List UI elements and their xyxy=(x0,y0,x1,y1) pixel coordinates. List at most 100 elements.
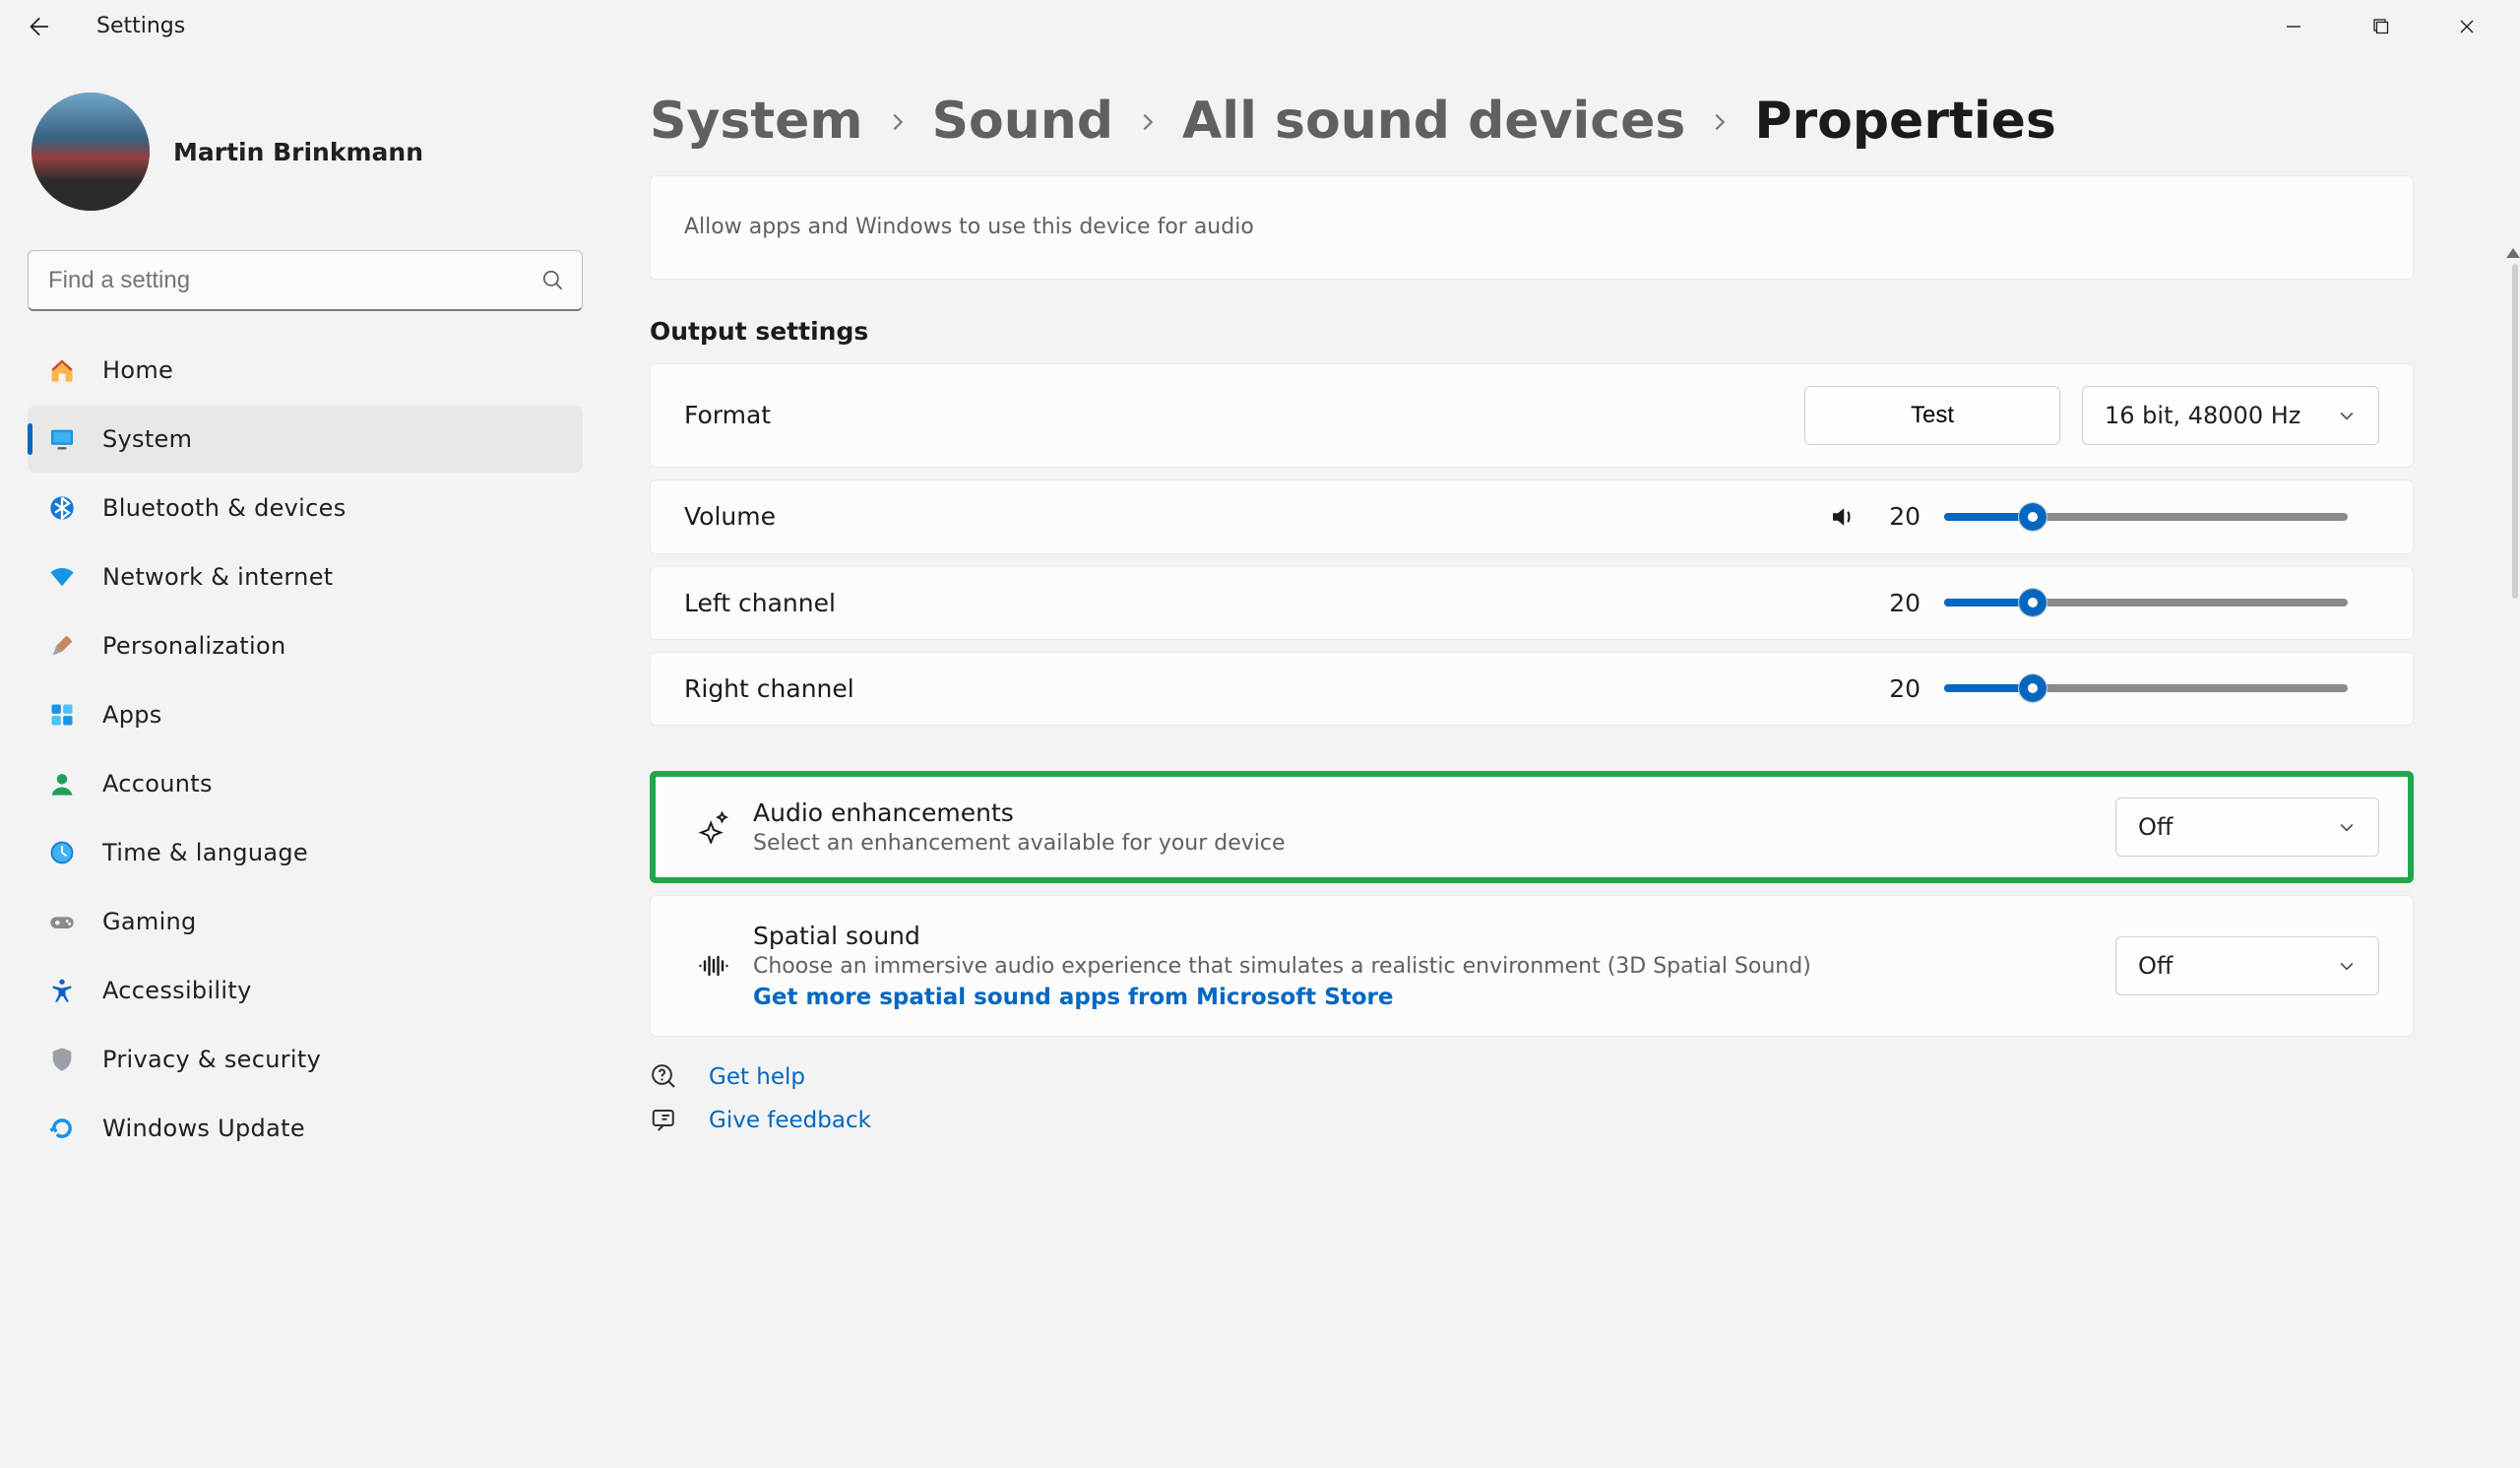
chevron-down-icon xyxy=(2337,817,2357,837)
sidebar-item-label: Bluetooth & devices xyxy=(102,494,346,522)
titlebar: Settings xyxy=(0,0,2520,53)
sidebar-item-apps[interactable]: Apps xyxy=(28,681,583,748)
help-icon xyxy=(650,1062,679,1092)
volume-value: 20 xyxy=(1881,502,1921,531)
spatial-store-link[interactable]: Get more spatial sound apps from Microso… xyxy=(753,985,2106,1010)
search-input-wrapper[interactable] xyxy=(28,250,583,311)
audio-enh-dropdown[interactable]: Off xyxy=(2115,798,2379,857)
sidebar-item-label: Gaming xyxy=(102,908,197,935)
sidebar-item-label: Personalization xyxy=(102,632,285,660)
volume-slider-thumb[interactable] xyxy=(2018,502,2048,532)
sidebar-nav: Home System Bluetooth & devices Network … xyxy=(28,337,583,1162)
right-channel-label: Right channel xyxy=(684,674,854,703)
breadcrumb-sound[interactable]: Sound xyxy=(932,93,1113,152)
maximize-button[interactable] xyxy=(2337,9,2424,44)
get-help-row[interactable]: Get help xyxy=(650,1062,2414,1092)
sidebar-item-update[interactable]: Windows Update xyxy=(28,1095,583,1162)
sidebar-item-label: Home xyxy=(102,356,173,384)
spatial-desc: Choose an immersive audio experience tha… xyxy=(753,954,2106,979)
gamepad-icon xyxy=(45,905,79,938)
shield-icon xyxy=(45,1043,79,1076)
person-icon xyxy=(45,767,79,800)
close-button[interactable] xyxy=(2424,9,2510,44)
sidebar-item-network[interactable]: Network & internet xyxy=(28,543,583,610)
bluetooth-icon xyxy=(45,491,79,525)
format-value: 16 bit, 48000 Hz xyxy=(2105,402,2300,429)
right-channel-card: Right channel 20 xyxy=(650,652,2414,726)
spatial-sound-card[interactable]: Spatial sound Choose an immersive audio … xyxy=(650,895,2414,1037)
breadcrumb: System Sound All sound devices Propertie… xyxy=(650,93,2422,152)
right-channel-slider[interactable] xyxy=(1944,684,2348,692)
audio-enh-title: Audio enhancements xyxy=(753,798,2106,827)
app-title: Settings xyxy=(96,14,185,38)
scrollbar-up-arrow-icon[interactable] xyxy=(2504,246,2520,260)
minimize-button[interactable] xyxy=(2250,9,2337,44)
volume-slider[interactable] xyxy=(1944,513,2348,521)
sidebar-item-gaming[interactable]: Gaming xyxy=(28,888,583,955)
chevron-right-icon xyxy=(1709,111,1731,133)
sidebar-item-privacy[interactable]: Privacy & security xyxy=(28,1026,583,1093)
sidebar-item-bluetooth[interactable]: Bluetooth & devices xyxy=(28,475,583,542)
give-feedback-link[interactable]: Give feedback xyxy=(709,1108,871,1133)
spatial-title: Spatial sound xyxy=(753,922,2106,950)
sidebar-item-label: Accessibility xyxy=(102,977,252,1004)
window-controls xyxy=(2250,9,2510,44)
arrow-left-icon xyxy=(25,14,50,39)
sidebar-item-label: Apps xyxy=(102,701,162,729)
search-input[interactable] xyxy=(48,267,527,294)
clock-globe-icon xyxy=(45,836,79,869)
left-slider-thumb[interactable] xyxy=(2018,588,2048,617)
minimize-icon xyxy=(2285,18,2302,35)
wifi-icon xyxy=(45,560,79,594)
update-icon xyxy=(45,1112,79,1145)
breadcrumb-system[interactable]: System xyxy=(650,93,863,152)
chevron-right-icon xyxy=(1137,111,1159,133)
spatial-value: Off xyxy=(2138,952,2173,980)
sidebar: Martin Brinkmann Home System Bluetooth &… xyxy=(0,53,610,1468)
breadcrumb-current: Properties xyxy=(1754,93,2056,152)
breadcrumb-all-sound-devices[interactable]: All sound devices xyxy=(1182,93,1685,152)
sidebar-item-accounts[interactable]: Accounts xyxy=(28,750,583,817)
scrollbar-thumb[interactable] xyxy=(2512,264,2518,599)
paintbrush-icon xyxy=(45,629,79,663)
soundwave-icon xyxy=(684,948,743,984)
right-slider-thumb[interactable] xyxy=(2018,673,2048,703)
sidebar-item-label: Privacy & security xyxy=(102,1046,321,1073)
sidebar-item-personalization[interactable]: Personalization xyxy=(28,612,583,679)
maximize-icon xyxy=(2371,18,2389,35)
back-button[interactable] xyxy=(18,7,57,46)
sidebar-item-home[interactable]: Home xyxy=(28,337,583,404)
format-label: Format xyxy=(684,401,771,429)
chevron-right-icon xyxy=(887,111,909,133)
system-icon xyxy=(45,422,79,456)
speaker-icon[interactable] xyxy=(1828,502,1858,532)
profile-block[interactable]: Martin Brinkmann xyxy=(28,93,583,244)
left-channel-value: 20 xyxy=(1881,589,1921,617)
get-help-link[interactable]: Get help xyxy=(709,1064,805,1090)
chevron-down-icon xyxy=(2337,406,2357,425)
allow-apps-card[interactable]: Allow apps and Windows to use this devic… xyxy=(650,175,2414,280)
sidebar-item-label: Accounts xyxy=(102,770,213,798)
audio-enh-value: Off xyxy=(2138,813,2173,841)
volume-label: Volume xyxy=(684,502,776,531)
feedback-icon xyxy=(650,1106,679,1135)
sidebar-item-label: System xyxy=(102,425,192,453)
audio-enhancements-card[interactable]: Audio enhancements Select an enhancement… xyxy=(650,771,2414,883)
sidebar-item-accessibility[interactable]: Accessibility xyxy=(28,957,583,1024)
test-button[interactable]: Test xyxy=(1804,386,2060,445)
avatar xyxy=(32,93,150,211)
spatial-dropdown[interactable]: Off xyxy=(2115,936,2379,995)
give-feedback-row[interactable]: Give feedback xyxy=(650,1106,2414,1135)
sidebar-item-system[interactable]: System xyxy=(28,406,583,473)
left-channel-label: Left channel xyxy=(684,589,836,617)
format-dropdown[interactable]: 16 bit, 48000 Hz xyxy=(2082,386,2379,445)
home-icon xyxy=(45,353,79,387)
audio-enh-desc: Select an enhancement available for your… xyxy=(753,831,2106,856)
left-channel-slider[interactable] xyxy=(1944,599,2348,606)
sidebar-item-time[interactable]: Time & language xyxy=(28,819,583,886)
sidebar-item-label: Network & internet xyxy=(102,563,333,591)
accessibility-icon xyxy=(45,974,79,1007)
close-icon xyxy=(2458,18,2476,35)
main-content: System Sound All sound devices Propertie… xyxy=(610,53,2520,1468)
left-channel-card: Left channel 20 xyxy=(650,566,2414,640)
